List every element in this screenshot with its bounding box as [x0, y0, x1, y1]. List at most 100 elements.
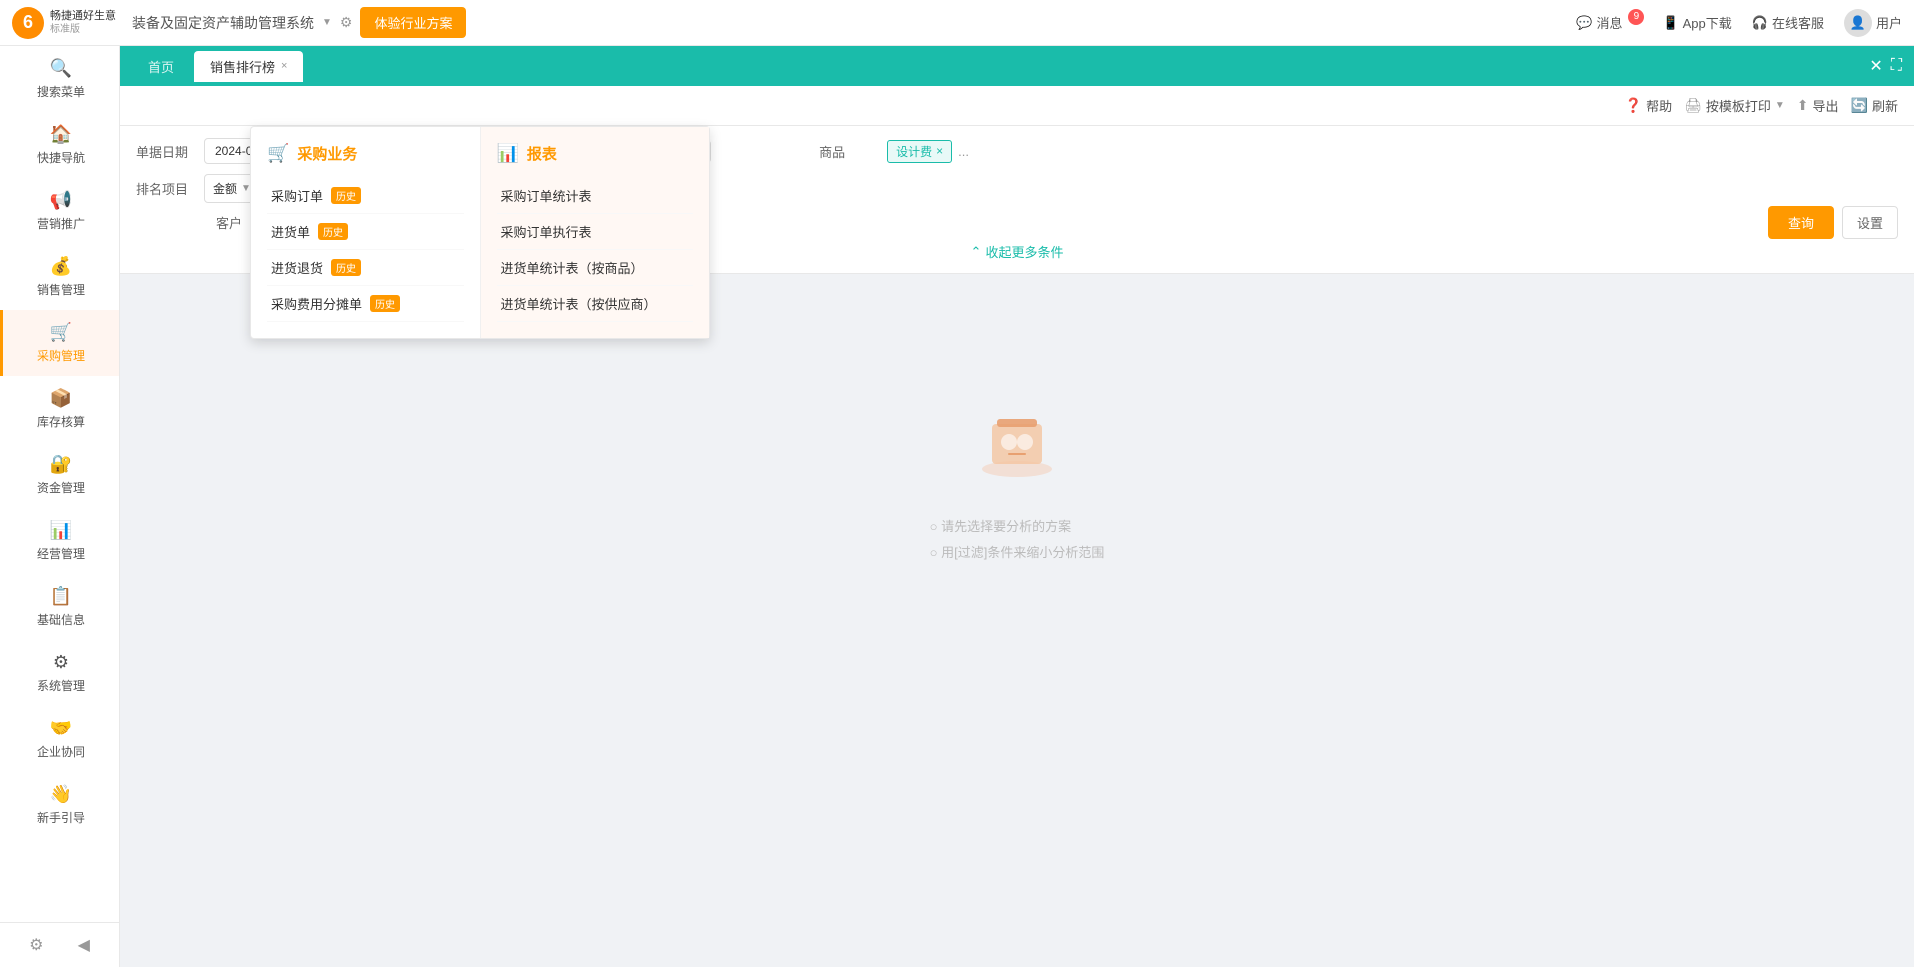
dropdown-item-采购费用分摊单[interactable]: 采购费用分摊单历史: [267, 286, 464, 322]
sidebar-item-enterprise[interactable]: 🤝企业协同: [0, 706, 119, 772]
header-right: 💬 消息 9 📱 App下载 🎧 在线客服 👤 用户: [1576, 9, 1902, 37]
sidebar-item-finance[interactable]: 🔐资金管理: [0, 442, 119, 508]
date-label: 单据日期: [136, 142, 196, 161]
print-icon: 🖨: [1684, 97, 1702, 114]
export-btn[interactable]: ⬆ 导出: [1797, 96, 1839, 115]
sidebar-bottom: ⚙ ◀: [0, 922, 119, 967]
empty-icon: [967, 394, 1067, 494]
app-download-btn[interactable]: 📱 App下载: [1662, 13, 1731, 32]
history-badge: 历史: [370, 295, 400, 312]
messages-btn[interactable]: 💬 消息 9: [1576, 13, 1642, 32]
print-btn[interactable]: 🖨 按模板打印 ▼: [1684, 96, 1785, 115]
purchase-header-icon: 🛒: [267, 143, 289, 164]
industry-btn[interactable]: 体验行业方案: [360, 7, 466, 38]
collapse-btn[interactable]: ⌃ 收起更多条件: [971, 242, 1064, 261]
dropdown-item-采购订单执行表[interactable]: 采购订单执行表: [497, 214, 694, 250]
phone-icon: 📱: [1662, 15, 1678, 31]
newbie-icon: 👋: [50, 784, 72, 805]
purchase-icon: 🛒: [50, 322, 72, 343]
empty-state: 请先选择要分析的方案 用[过滤]条件来缩小分析范围: [120, 314, 1914, 646]
sidebar-item-marketing[interactable]: 📢营销推广: [0, 178, 119, 244]
sales-icon: 💰: [50, 256, 72, 277]
collapse-arrow-icon: ⌃: [971, 244, 982, 260]
system-title-text: 装备及固定资产辅助管理系统: [132, 13, 314, 33]
marketing-icon: 📢: [50, 190, 72, 211]
sidebar-item-purchase[interactable]: 🛒采购管理: [0, 310, 119, 376]
system-dropdown-icon[interactable]: ▼: [322, 17, 332, 28]
refresh-icon: 🔄: [1851, 97, 1868, 114]
history-badge: 历史: [331, 187, 361, 204]
print-dropdown-icon: ▼: [1775, 100, 1785, 111]
finance-icon: 🔐: [50, 454, 72, 475]
refresh-btn[interactable]: 🔄 刷新: [1851, 96, 1898, 115]
tab-close-action[interactable]: ✕: [1869, 56, 1882, 76]
operation-icon: 📊: [50, 520, 72, 541]
help-icon: ❓: [1625, 97, 1642, 114]
empty-hint-1: 请先选择要分析的方案: [930, 514, 1105, 540]
export-icon: ⬆: [1797, 97, 1809, 114]
sidebar: 🔍搜索菜单🏠快捷导航📢营销推广💰销售管理🛒采购管理📦库存核算🔐资金管理📊经营管理…: [0, 46, 120, 967]
dropdown-purchase-header: 🛒 采购业务: [267, 143, 464, 164]
goods-control: 设计费 × ...: [887, 140, 1099, 163]
dropdown-menu: 🛒 采购业务 采购订单历史进货单历史进货退货历史采购费用分摊单历史 📊 报表 采…: [250, 126, 710, 339]
sidebar-item-inventory[interactable]: 📦库存核算: [0, 376, 119, 442]
tab-sales-rank[interactable]: 销售排行榜 ×: [194, 51, 303, 82]
top-header: 6 畅捷通好生意 标准版 装备及固定资产辅助管理系统 ▼ ⚙ 体验行业方案 💬 …: [0, 0, 1914, 46]
dropdown-item-进货单[interactable]: 进货单历史: [267, 214, 464, 250]
sidebar-item-newbie[interactable]: 👋新手引导: [0, 772, 119, 838]
dropdown-item-进货单统计表（按供应商）[interactable]: 进货单统计表（按供应商）: [497, 286, 694, 322]
dropdown-right-col: 📊 报表 采购订单统计表采购订单执行表进货单统计表（按商品）进货单统计表（按供应…: [481, 127, 710, 338]
action-buttons: 查询 设置: [1768, 206, 1898, 239]
empty-hints: 请先选择要分析的方案 用[过滤]条件来缩小分析范围: [930, 514, 1105, 566]
message-icon: 💬: [1576, 15, 1592, 31]
report-header-icon: 📊: [497, 143, 519, 164]
logo-text: 畅捷通好生意 标准版: [50, 9, 116, 36]
tab-bar: 首页 销售排行榜 × ✕ ⛶: [120, 46, 1914, 86]
dropdown-report-header: 📊 报表: [497, 143, 694, 164]
logo-area: 6 畅捷通好生意 标准版: [12, 7, 132, 39]
system-settings-icon[interactable]: ⚙: [340, 14, 353, 31]
headset-icon: 🎧: [1752, 15, 1768, 31]
inventory-icon: 📦: [50, 388, 72, 409]
online-service-btn[interactable]: 🎧 在线客服: [1752, 13, 1824, 32]
dropdown-item-进货退货[interactable]: 进货退货历史: [267, 250, 464, 286]
sidebar-item-basic[interactable]: 📋基础信息: [0, 574, 119, 640]
goods-tag: 设计费 ×: [887, 140, 952, 163]
tab-close-icon[interactable]: ×: [281, 60, 287, 72]
sidebar-item-operation[interactable]: 📊经营管理: [0, 508, 119, 574]
avatar: 👤: [1844, 9, 1872, 37]
logo-icon: 6: [12, 7, 44, 39]
search-icon: 🔍: [50, 58, 72, 79]
sidebar-item-search[interactable]: 🔍搜索菜单: [0, 46, 119, 112]
sidebar-item-quick[interactable]: 🏠快捷导航: [0, 112, 119, 178]
settings-btn[interactable]: 设置: [1842, 206, 1898, 239]
sidebar-item-system[interactable]: ⚙系统管理: [0, 640, 119, 706]
message-badge: 9: [1628, 9, 1644, 25]
tab-home[interactable]: 首页: [132, 51, 190, 82]
dropdown-item-进货单统计表（按商品）[interactable]: 进货单统计表（按商品）: [497, 250, 694, 286]
tab-bar-right: ✕ ⛶: [1869, 56, 1902, 76]
history-badge: 历史: [318, 223, 348, 240]
goods-ellipsis[interactable]: ...: [958, 144, 969, 159]
collapse-sidebar-icon[interactable]: ◀: [78, 935, 90, 955]
filter-goods: 商品 设计费 × ...: [819, 140, 1099, 163]
query-btn[interactable]: 查询: [1768, 206, 1834, 239]
help-btn[interactable]: ❓ 帮助: [1625, 96, 1672, 115]
goods-tag-remove[interactable]: ×: [936, 144, 943, 158]
settings-bottom-icon[interactable]: ⚙: [29, 935, 43, 955]
dropdown-item-采购订单统计表[interactable]: 采购订单统计表: [497, 178, 694, 214]
tab-fullscreen-action[interactable]: ⛶: [1891, 57, 1902, 75]
sidebar-item-sales[interactable]: 💰销售管理: [0, 244, 119, 310]
empty-hint-2: 用[过滤]条件来缩小分析范围: [930, 540, 1105, 566]
user-btn[interactable]: 👤 用户: [1844, 9, 1902, 37]
main-layout: 🔍搜索菜单🏠快捷导航📢营销推广💰销售管理🛒采购管理📦库存核算🔐资金管理📊经营管理…: [0, 46, 1914, 967]
dropdown-left-col: 🛒 采购业务 采购订单历史进货单历史进货退货历史采购费用分摊单历史: [251, 127, 481, 338]
history-badge: 历史: [331, 259, 361, 276]
quick-icon: 🏠: [50, 124, 72, 145]
system-icon: ⚙: [53, 652, 69, 673]
enterprise-icon: 🤝: [50, 718, 72, 739]
goods-label: 商品: [819, 142, 879, 161]
system-title-area: 装备及固定资产辅助管理系统 ▼ ⚙ 体验行业方案: [132, 7, 1556, 38]
dropdown-item-采购订单[interactable]: 采购订单历史: [267, 178, 464, 214]
basic-icon: 📋: [50, 586, 72, 607]
